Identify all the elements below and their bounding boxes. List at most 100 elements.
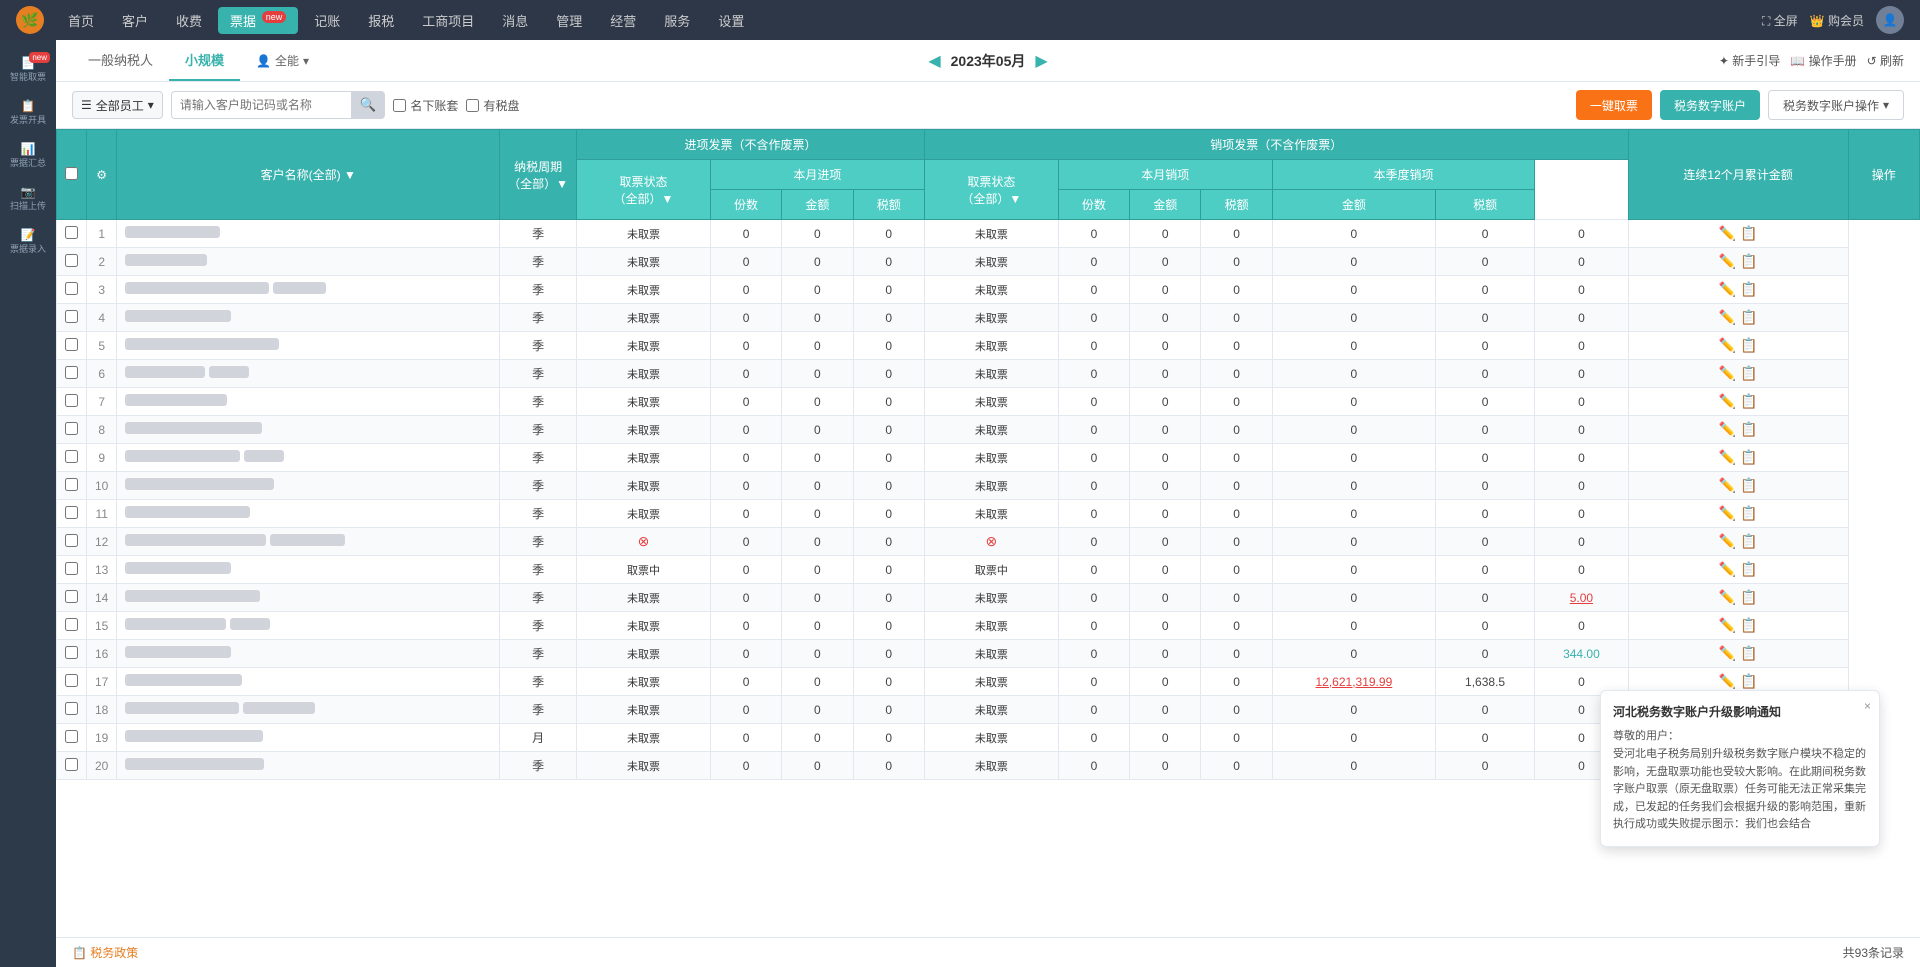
sidebar-item-smart-ticket[interactable]: 📄 智能取票 new — [0, 48, 56, 91]
row-in-amount: 0 — [782, 500, 853, 528]
tax-checkbox-label[interactable]: 有税盘 — [466, 97, 519, 114]
user-avatar[interactable]: 👤 — [1876, 6, 1904, 34]
row-select[interactable] — [65, 338, 78, 351]
one-click-btn[interactable]: 一键取票 — [1576, 90, 1652, 120]
prev-month-btn[interactable]: ◀ — [928, 51, 940, 71]
edit-icon[interactable]: ✏️ — [1719, 365, 1736, 382]
copy-icon[interactable]: 📋 — [1740, 225, 1757, 242]
copy-icon[interactable]: 📋 — [1740, 309, 1757, 326]
copy-icon[interactable]: 📋 — [1740, 645, 1757, 662]
tab-small-scale[interactable]: 小规模 — [169, 40, 240, 81]
copy-icon[interactable]: 📋 — [1740, 253, 1757, 270]
nav-message[interactable]: 消息 — [490, 7, 540, 34]
edit-icon[interactable]: ✏️ — [1719, 393, 1736, 410]
member-btn[interactable]: 👑 购会员 — [1810, 12, 1864, 29]
nav-operation[interactable]: 经营 — [598, 7, 648, 34]
row-select[interactable] — [65, 590, 78, 603]
nav-home[interactable]: 首页 — [56, 7, 106, 34]
copy-icon[interactable]: 📋 — [1740, 505, 1757, 522]
sidebar-item-open-invoice[interactable]: 📋 发票开具 — [0, 91, 56, 134]
nav-billing[interactable]: 收费 — [164, 7, 214, 34]
edit-icon[interactable]: ✏️ — [1719, 337, 1736, 354]
copy-icon[interactable]: 📋 — [1740, 533, 1757, 550]
nav-manage[interactable]: 管理 — [544, 7, 594, 34]
nav-invoice[interactable]: 票据 new — [218, 7, 298, 34]
manual-btn[interactable]: 📖 操作手册 — [1790, 52, 1856, 69]
copy-icon[interactable]: 📋 — [1740, 477, 1757, 494]
select-all-checkbox[interactable] — [65, 167, 78, 180]
edit-icon[interactable]: ✏️ — [1719, 449, 1736, 466]
nav-customer[interactable]: 客户 — [110, 7, 160, 34]
search-button[interactable]: 🔍 — [351, 91, 386, 119]
copy-icon[interactable]: 📋 — [1740, 449, 1757, 466]
row-select[interactable] — [65, 254, 78, 267]
edit-icon[interactable]: ✏️ — [1719, 225, 1736, 242]
refresh-btn[interactable]: ↺ 刷新 — [1867, 52, 1904, 69]
row-name — [117, 668, 500, 696]
tab-all[interactable]: 👤 全能 ▾ — [240, 40, 325, 81]
row-select[interactable] — [65, 618, 78, 631]
row-select[interactable] — [65, 310, 78, 323]
row-select[interactable] — [65, 702, 78, 715]
row-select[interactable] — [65, 450, 78, 463]
tax-policy-link[interactable]: 📋 税务政策 — [72, 944, 138, 961]
edit-icon[interactable]: ✏️ — [1719, 477, 1736, 494]
edit-icon[interactable]: ✏️ — [1719, 673, 1736, 690]
copy-icon[interactable]: 📋 — [1740, 617, 1757, 634]
row-select[interactable] — [65, 562, 78, 575]
nav-settings[interactable]: 设置 — [706, 7, 756, 34]
edit-icon[interactable]: ✏️ — [1719, 281, 1736, 298]
edit-icon[interactable]: ✏️ — [1719, 309, 1736, 326]
copy-icon[interactable]: 📋 — [1740, 421, 1757, 438]
sidebar-item-summary[interactable]: 📊 票据汇总 — [0, 134, 56, 177]
nav-tax[interactable]: 报税 — [356, 7, 406, 34]
edit-icon[interactable]: ✏️ — [1719, 253, 1736, 270]
new-guide-btn[interactable]: ✦ 新手引导 — [1719, 52, 1780, 69]
copy-icon[interactable]: 📋 — [1740, 337, 1757, 354]
account-checkbox[interactable] — [393, 99, 406, 112]
nav-business[interactable]: 工商项目 — [410, 7, 486, 34]
edit-icon[interactable]: ✏️ — [1719, 617, 1736, 634]
tax-checkbox[interactable] — [466, 99, 479, 112]
row-select[interactable] — [65, 534, 78, 547]
notification-close[interactable]: × — [1864, 699, 1871, 713]
sidebar-item-record[interactable]: 📝 票据录入 — [0, 220, 56, 263]
employee-filter[interactable]: ☰ 全部员工 ▾ — [72, 91, 163, 119]
table-row: 7 季 未取票 0 0 0 未取票 0 0 0 0 0 0 ✏️ 📋 — [57, 388, 1920, 416]
edit-icon[interactable]: ✏️ — [1719, 533, 1736, 550]
edit-icon[interactable]: ✏️ — [1719, 505, 1736, 522]
fullscreen-btn[interactable]: ⛶ 全屏 — [1762, 12, 1798, 29]
row-select[interactable] — [65, 282, 78, 295]
nav-accounting[interactable]: 记账 — [302, 7, 352, 34]
edit-icon[interactable]: ✏️ — [1719, 561, 1736, 578]
row-select[interactable] — [65, 366, 78, 379]
row-select[interactable] — [65, 730, 78, 743]
tax-account-btn[interactable]: 税务数字账户 — [1660, 90, 1760, 120]
edit-icon[interactable]: ✏️ — [1719, 645, 1736, 662]
copy-icon[interactable]: 📋 — [1740, 365, 1757, 382]
row-in-count: 0 — [710, 528, 781, 556]
tax-operation-btn[interactable]: 税务数字账户操作 ▾ — [1768, 90, 1904, 120]
row-select[interactable] — [65, 506, 78, 519]
row-select[interactable] — [65, 674, 78, 687]
sidebar-item-scan[interactable]: 📷 扫描上传 — [0, 177, 56, 220]
copy-icon[interactable]: 📋 — [1740, 673, 1757, 690]
copy-icon[interactable]: 📋 — [1740, 589, 1757, 606]
edit-icon[interactable]: ✏️ — [1719, 421, 1736, 438]
row-select[interactable] — [65, 478, 78, 491]
tab-general[interactable]: 一般纳税人 — [72, 40, 169, 81]
row-select[interactable] — [65, 646, 78, 659]
copy-icon[interactable]: 📋 — [1740, 561, 1757, 578]
row-select[interactable] — [65, 226, 78, 239]
row-select[interactable] — [65, 758, 78, 771]
copy-icon[interactable]: 📋 — [1740, 281, 1757, 298]
account-checkbox-label[interactable]: 名下账套 — [393, 97, 458, 114]
row-select[interactable] — [65, 422, 78, 435]
row-period: 季 — [500, 696, 577, 724]
copy-icon[interactable]: 📋 — [1740, 393, 1757, 410]
edit-icon[interactable]: ✏️ — [1719, 589, 1736, 606]
next-month-btn[interactable]: ▶ — [1035, 51, 1047, 71]
row-select[interactable] — [65, 394, 78, 407]
nav-service[interactable]: 服务 — [652, 7, 702, 34]
search-input[interactable] — [171, 91, 351, 119]
